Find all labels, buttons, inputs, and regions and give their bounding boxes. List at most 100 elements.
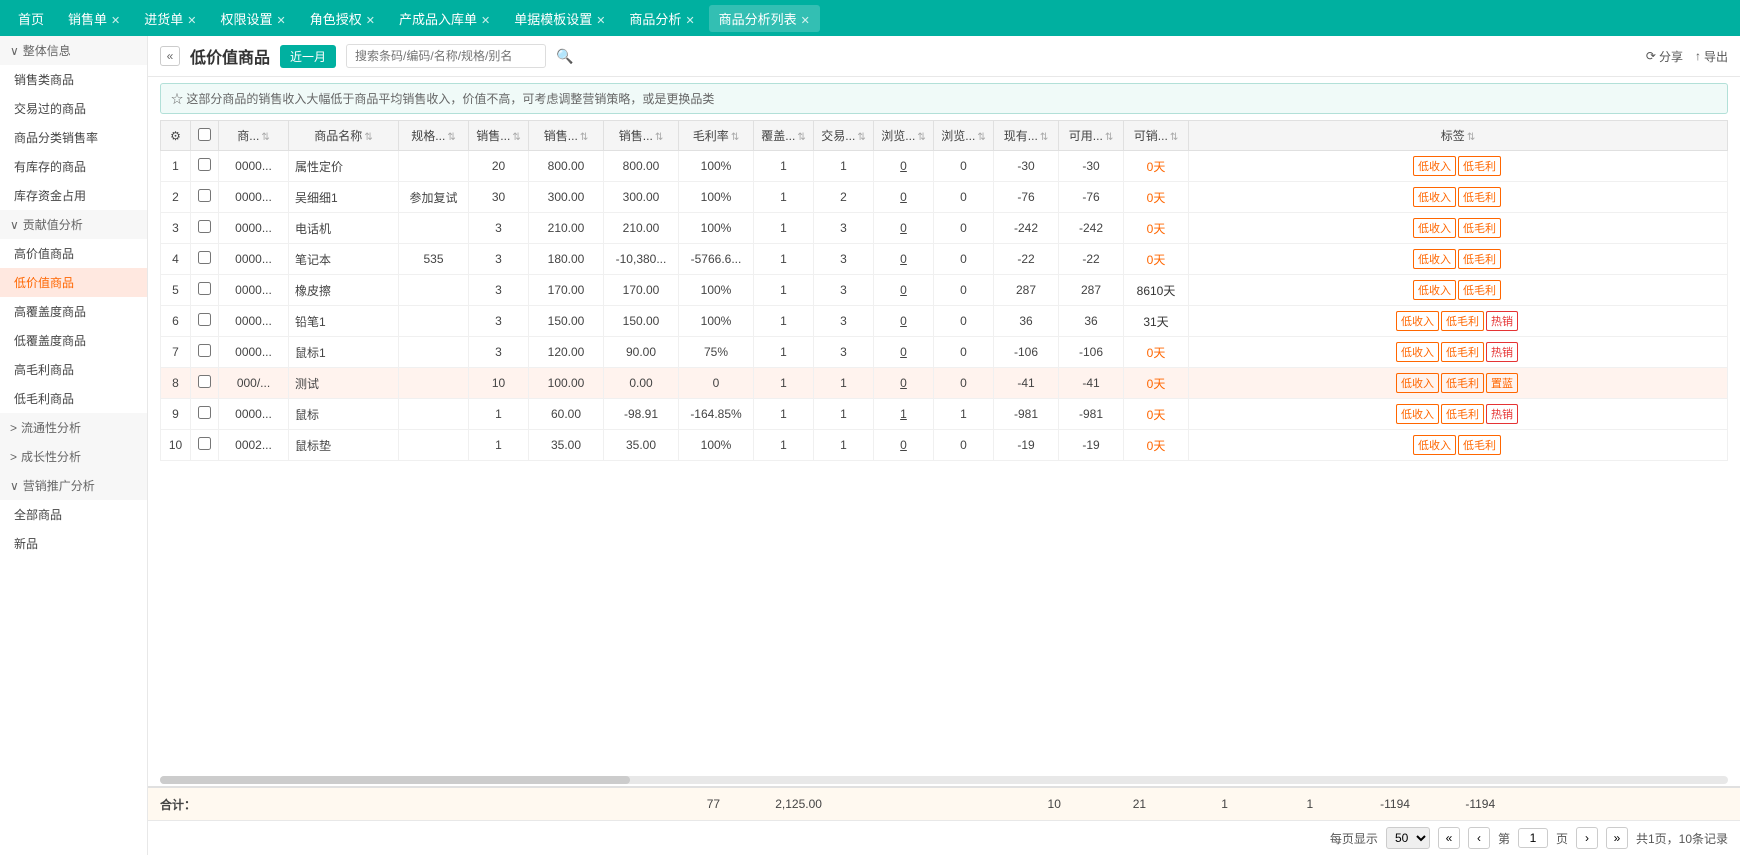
cell-checkbox[interactable]	[191, 368, 219, 399]
nav-warehouse[interactable]: 产成品入库单✕	[389, 5, 500, 32]
sidebar-group-marketing[interactable]: ∨ 营销推广分析	[0, 471, 147, 500]
col-browse2[interactable]: 浏览...⇅	[934, 121, 994, 151]
row-checkbox[interactable]	[198, 313, 211, 326]
browse1-link[interactable]: 0	[900, 314, 907, 328]
sidebar-item-in-stock[interactable]: 有库存的商品	[0, 152, 147, 181]
col-sellable[interactable]: 可销...⇅	[1124, 121, 1189, 151]
cell-browse1[interactable]: 0	[874, 306, 934, 337]
select-all-checkbox[interactable]	[198, 128, 211, 141]
browse1-link[interactable]: 0	[900, 376, 907, 390]
cell-checkbox[interactable]	[191, 213, 219, 244]
col-sale2[interactable]: 销售...⇅	[529, 121, 604, 151]
sidebar-item-new-products[interactable]: 新品	[0, 529, 147, 558]
row-checkbox[interactable]	[198, 158, 211, 171]
cell-browse1[interactable]: 0	[874, 213, 934, 244]
nav-analysis[interactable]: 商品分析✕	[619, 5, 704, 32]
col-code[interactable]: 商...⇅	[219, 121, 289, 151]
cell-browse1[interactable]: 0	[874, 182, 934, 213]
collapse-button[interactable]: «	[160, 46, 180, 66]
sidebar-group-liquidity[interactable]: > 流通性分析	[0, 413, 147, 442]
nav-analysis-list[interactable]: 商品分析列表✕	[709, 5, 820, 32]
sidebar-item-traded[interactable]: 交易过的商品	[0, 94, 147, 123]
browse1-link[interactable]: 1	[900, 407, 907, 421]
per-page-select[interactable]: 50	[1386, 827, 1430, 849]
col-current[interactable]: 现有...⇅	[994, 121, 1059, 151]
cell-browse1[interactable]: 0	[874, 337, 934, 368]
cell-checkbox[interactable]	[191, 151, 219, 182]
col-sale1[interactable]: 销售...⇅	[469, 121, 529, 151]
sidebar-item-low-margin[interactable]: 低毛利商品	[0, 384, 147, 413]
sidebar-item-high-value[interactable]: 高价值商品	[0, 239, 147, 268]
browse1-link[interactable]: 0	[900, 221, 907, 235]
col-available[interactable]: 可用...⇅	[1059, 121, 1124, 151]
horizontal-scrollbar[interactable]	[160, 776, 1728, 784]
row-checkbox[interactable]	[198, 282, 211, 295]
browse1-link[interactable]: 0	[900, 190, 907, 204]
share-button[interactable]: ⟳ 分享	[1646, 48, 1683, 65]
cell-browse1[interactable]: 1	[874, 399, 934, 430]
nav-sales-close[interactable]: ✕	[111, 15, 120, 27]
nav-purchase[interactable]: 进货单✕	[134, 5, 206, 32]
browse1-link[interactable]: 0	[900, 438, 907, 452]
row-checkbox[interactable]	[198, 220, 211, 233]
nav-template[interactable]: 单据模板设置✕	[504, 5, 615, 32]
row-checkbox[interactable]	[198, 344, 211, 357]
cell-browse1[interactable]: 0	[874, 368, 934, 399]
col-coverage[interactable]: 覆盖...⇅	[754, 121, 814, 151]
first-page-button[interactable]: «	[1438, 827, 1460, 849]
sidebar-item-high-coverage[interactable]: 高覆盖度商品	[0, 297, 147, 326]
browse1-link[interactable]: 0	[900, 252, 907, 266]
cell-checkbox[interactable]	[191, 430, 219, 461]
cell-checkbox[interactable]	[191, 182, 219, 213]
date-filter-button[interactable]: 近一月	[280, 45, 336, 68]
nav-permission[interactable]: 权限设置✕	[210, 5, 295, 32]
row-checkbox[interactable]	[198, 251, 211, 264]
col-sale3[interactable]: 销售...⇅	[604, 121, 679, 151]
cell-browse1[interactable]: 0	[874, 430, 934, 461]
last-page-button[interactable]: »	[1606, 827, 1628, 849]
sidebar-item-low-value[interactable]: 低价值商品	[0, 268, 147, 297]
cell-checkbox[interactable]	[191, 306, 219, 337]
nav-role[interactable]: 角色授权✕	[300, 5, 385, 32]
browse1-link[interactable]: 0	[900, 283, 907, 297]
cell-browse1[interactable]: 0	[874, 275, 934, 306]
row-checkbox[interactable]	[198, 375, 211, 388]
col-trade[interactable]: 交易...⇅	[814, 121, 874, 151]
browse1-link[interactable]: 0	[900, 345, 907, 359]
sidebar-item-high-margin[interactable]: 高毛利商品	[0, 355, 147, 384]
sidebar-item-low-coverage[interactable]: 低覆盖度商品	[0, 326, 147, 355]
col-browse1[interactable]: 浏览...⇅	[874, 121, 934, 151]
sidebar-item-capital[interactable]: 库存资金占用	[0, 181, 147, 210]
scroll-thumb[interactable]	[160, 776, 630, 784]
row-checkbox[interactable]	[198, 189, 211, 202]
export-button[interactable]: ↑ 导出	[1695, 48, 1728, 65]
row-checkbox[interactable]	[198, 406, 211, 419]
col-tags[interactable]: 标签⇅	[1189, 121, 1728, 151]
cell-browse1[interactable]: 0	[874, 244, 934, 275]
col-margin[interactable]: 毛利率⇅	[679, 121, 754, 151]
col-settings[interactable]: ⚙	[161, 121, 191, 151]
cell-checkbox[interactable]	[191, 275, 219, 306]
sidebar-item-category-rate[interactable]: 商品分类销售率	[0, 123, 147, 152]
cell-checkbox[interactable]	[191, 399, 219, 430]
sidebar-group-contribution[interactable]: ∨ 贡献值分析	[0, 210, 147, 239]
cell-checkbox[interactable]	[191, 337, 219, 368]
next-page-button[interactable]: ›	[1576, 827, 1598, 849]
sidebar-group-growth[interactable]: > 成长性分析	[0, 442, 147, 471]
browse1-link[interactable]: 0	[900, 159, 907, 173]
nav-sales[interactable]: 销售单✕	[58, 5, 130, 32]
row-checkbox[interactable]	[198, 437, 211, 450]
search-input[interactable]	[346, 44, 546, 68]
col-checkbox[interactable]	[191, 121, 219, 151]
search-icon[interactable]: 🔍	[556, 48, 573, 65]
sidebar-item-sales-products[interactable]: 销售类商品	[0, 65, 147, 94]
sidebar-item-all-products[interactable]: 全部商品	[0, 500, 147, 529]
cell-browse1[interactable]: 0	[874, 151, 934, 182]
col-name[interactable]: 商品名称⇅	[289, 121, 399, 151]
sidebar-group-overview[interactable]: ∨ 整体信息	[0, 36, 147, 65]
nav-home[interactable]: 首页	[8, 5, 54, 32]
cell-checkbox[interactable]	[191, 244, 219, 275]
prev-page-button[interactable]: ‹	[1468, 827, 1490, 849]
col-spec[interactable]: 规格...⇅	[399, 121, 469, 151]
page-number-input[interactable]	[1518, 828, 1548, 848]
